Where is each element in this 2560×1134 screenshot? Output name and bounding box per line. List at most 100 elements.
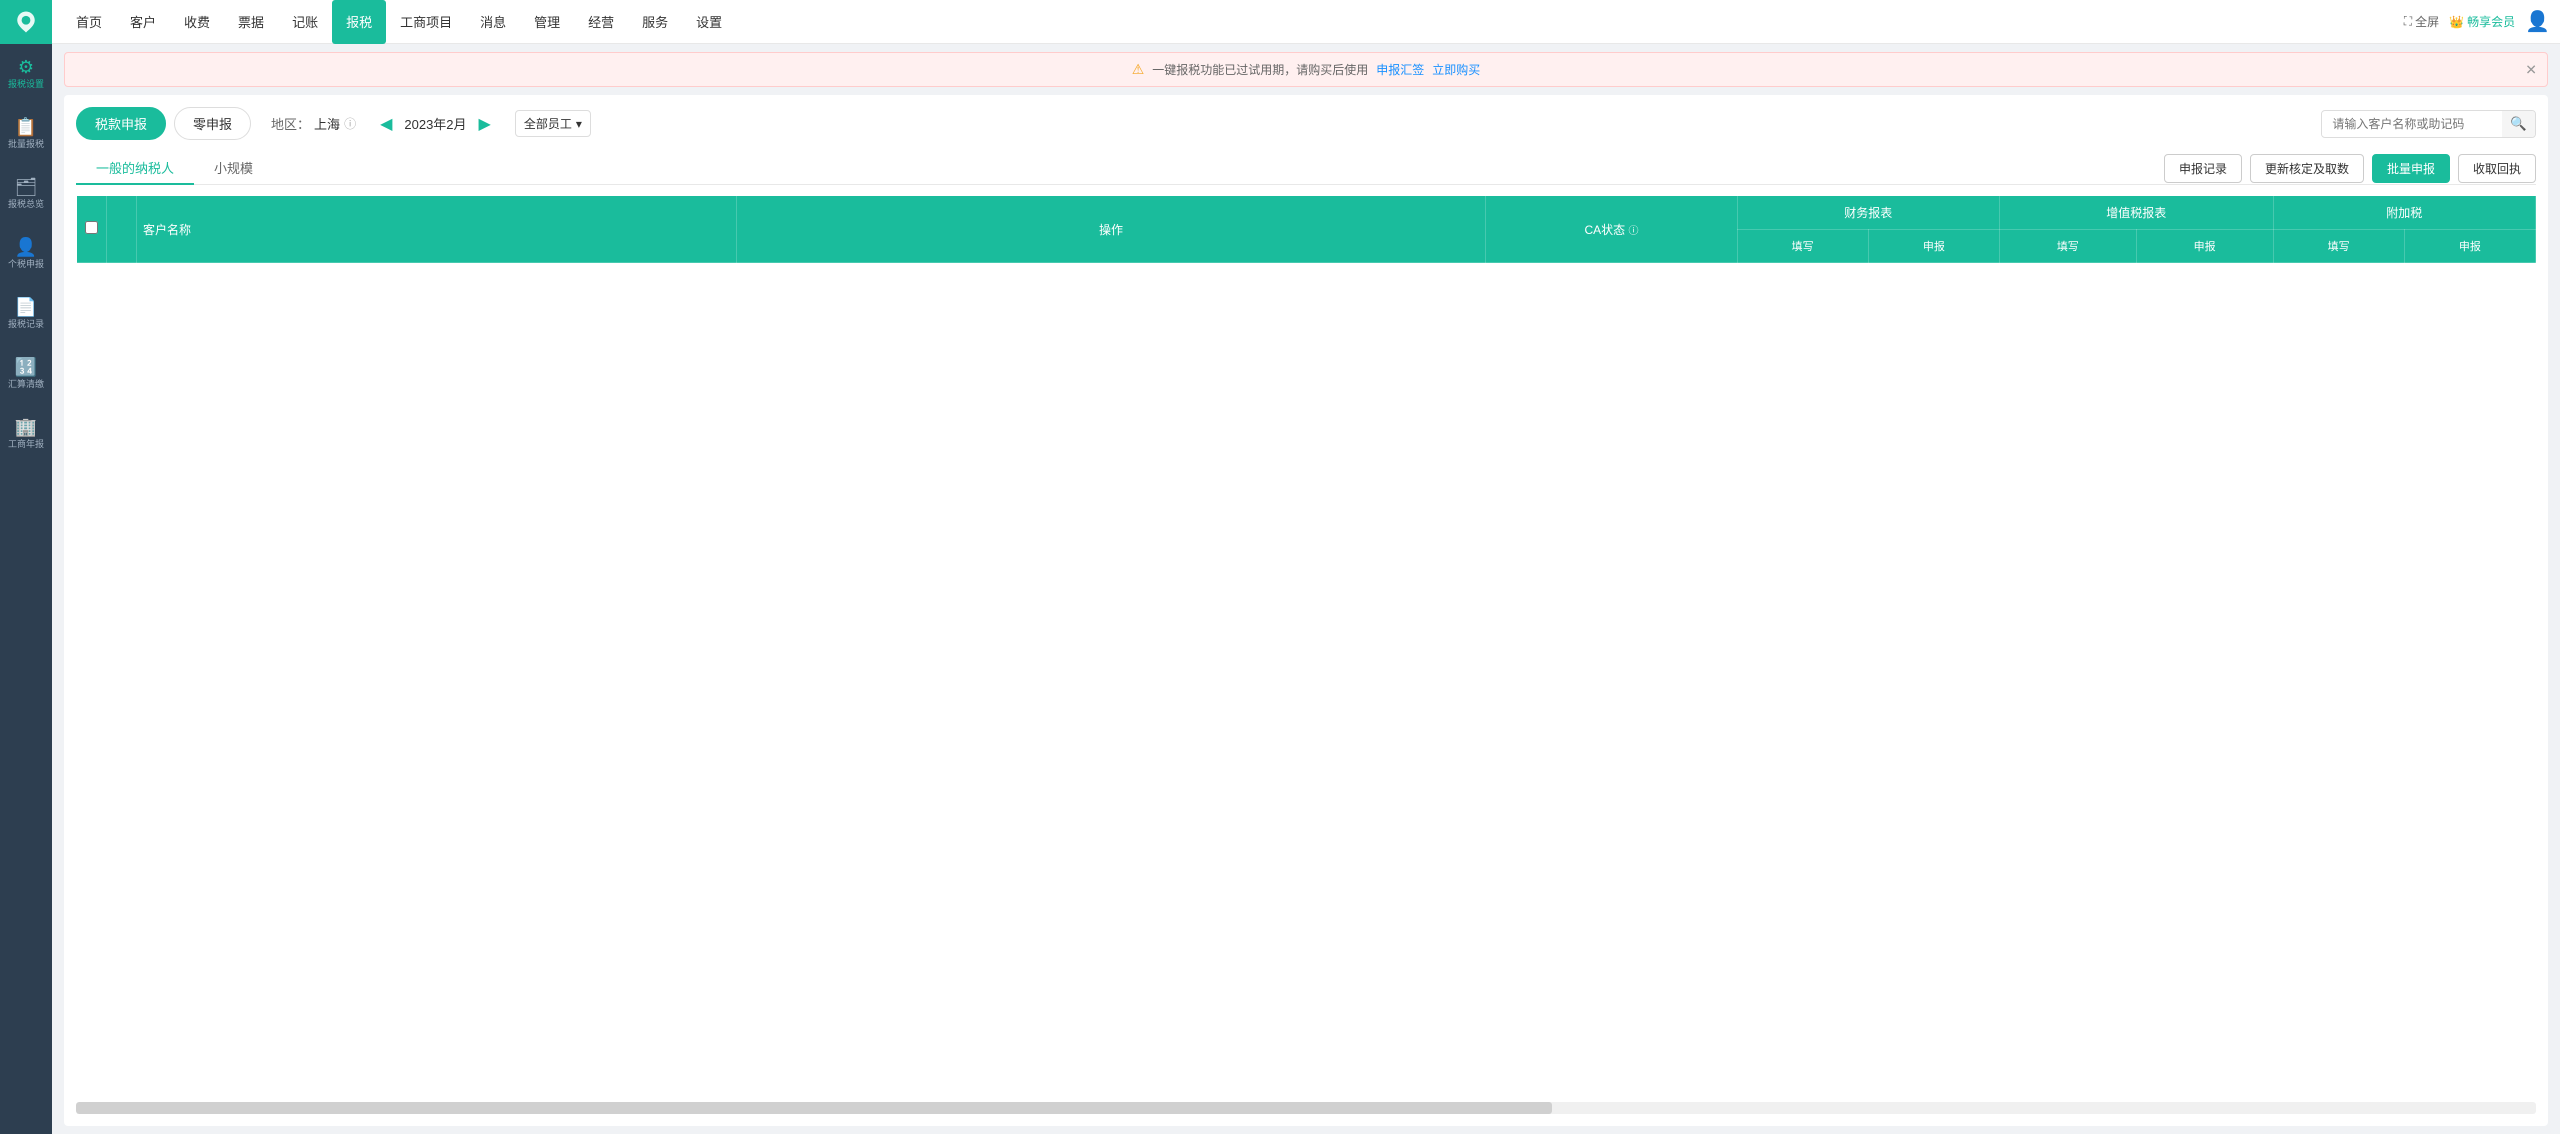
client-table: 客户名称 操作 CA状态 ⓘ 财务报表 增值税报表 附加税 填写 — [76, 195, 2536, 263]
fullscreen-btn[interactable]: ⛶ 全屏 — [2404, 13, 2439, 30]
sidebar-logo[interactable] — [0, 0, 52, 44]
crown-icon: 👑 — [2449, 15, 2464, 29]
update-check-btn[interactable]: 更新核定及取数 — [2250, 154, 2364, 183]
nav-invoice[interactable]: 票据 — [224, 0, 278, 44]
date-display: 2023年2月 — [404, 114, 466, 133]
action-buttons: 申报记录 更新核定及取数 批量申报 收取回执 — [2164, 154, 2536, 183]
nav-home[interactable]: 首页 — [62, 0, 116, 44]
scrollbar-thumb[interactable] — [76, 1102, 1552, 1114]
date-next-btn[interactable]: ▶ — [475, 114, 495, 134]
table-scroll-wrapper: 客户名称 操作 CA状态 ⓘ 财务报表 增值税报表 附加税 填写 — [76, 195, 2536, 1098]
th-vat-declare: 申报 — [2136, 230, 2273, 263]
sidebar-label-business-report: 工商年报 — [8, 439, 44, 450]
th-fin-declare: 申报 — [1868, 230, 1999, 263]
fullscreen-label: 全屏 — [2415, 13, 2439, 30]
dept-label: 全部员工 — [524, 115, 572, 132]
notice-close-btn[interactable]: ✕ — [2525, 61, 2537, 78]
nav-message[interactable]: 消息 — [466, 0, 520, 44]
topnav-right: ⛶ 全屏 👑 畅享会员 👤 — [2404, 9, 2550, 34]
overview-icon: 🗂 — [15, 178, 38, 196]
dept-selector[interactable]: 全部员工 ▾ — [515, 110, 591, 137]
sidebar-label-personal-tax: 个税申报 — [8, 259, 44, 270]
th-sur-write: 填写 — [2273, 230, 2404, 263]
th-financial-report: 财务报表 — [1737, 196, 1999, 230]
sub-tabs-row: 一般的纳税人 小规模 申报记录 更新核定及取数 批量申报 收取回执 — [76, 152, 2536, 185]
sidebar-item-batch-tax[interactable]: 📋 批量报税 — [0, 104, 52, 164]
th-sur-declare: 申报 — [2404, 230, 2535, 263]
batch-icon: 📋 — [15, 118, 37, 136]
main-wrapper: 首页 客户 收费 票据 记账 报税 工商项目 消息 管理 经营 服务 设置 ⛶ … — [52, 0, 2560, 1134]
region-info-icon[interactable]: ⓘ — [344, 115, 356, 132]
fullscreen-icon: ⛶ — [2404, 14, 2412, 29]
ca-col-label: CA状态 — [1584, 223, 1628, 237]
nav-settings[interactable]: 设置 — [682, 0, 736, 44]
records-icon: 📄 — [15, 298, 37, 316]
nav-tax[interactable]: 报税 — [332, 0, 386, 44]
sidebar-item-tax-records[interactable]: 📄 报税记录 — [0, 284, 52, 344]
top-navigation: 首页 客户 收费 票据 记账 报税 工商项目 消息 管理 经营 服务 设置 ⛶ … — [52, 0, 2560, 44]
sidebar-item-business-report[interactable]: 🏢 工商年报 — [0, 404, 52, 464]
batch-declare-btn[interactable]: 批量申报 — [2372, 154, 2450, 183]
th-operation: 操作 — [736, 196, 1486, 263]
region-value: 上海 — [314, 114, 340, 133]
sidebar: ⚙ 报税设置 📋 批量报税 🗂 报税总览 👤 个税申报 📄 报税记录 🔢 汇算清… — [0, 0, 52, 1134]
nav-operations[interactable]: 经营 — [574, 0, 628, 44]
sub-tab-small[interactable]: 小规模 — [194, 152, 273, 185]
th-ca-status: CA状态 ⓘ — [1486, 196, 1737, 263]
sidebar-item-calc-clear[interactable]: 🔢 汇算清缴 — [0, 344, 52, 404]
th-num — [107, 196, 137, 263]
retrieve-btn[interactable]: 收取回执 — [2458, 154, 2536, 183]
upgrade-label: 畅享会员 — [2467, 13, 2515, 30]
th-vat-report: 增值税报表 — [1999, 196, 2273, 230]
th-vat-write: 填写 — [1999, 230, 2136, 263]
sidebar-label-calc-clear: 汇算清缴 — [8, 379, 44, 390]
nav-manage[interactable]: 管理 — [520, 0, 574, 44]
nav-bizproject[interactable]: 工商项目 — [386, 0, 466, 44]
sub-tab-general[interactable]: 一般的纳税人 — [76, 152, 194, 185]
notice-bar: ⚠ 一键报税功能已过试用期，请购买后使用 申报汇签 立即购买 ✕ — [64, 52, 2548, 87]
region-text-label: 地区： — [271, 114, 310, 133]
user-avatar[interactable]: 👤 — [2525, 9, 2550, 34]
personal-icon: 👤 — [15, 238, 37, 256]
select-all-checkbox[interactable] — [85, 221, 98, 234]
calc-icon: 🔢 — [15, 358, 37, 376]
th-fin-write: 填写 — [1737, 230, 1868, 263]
avatar-icon: 👤 — [2525, 9, 2550, 34]
notice-link-declare[interactable]: 申报汇签 — [1376, 61, 1424, 78]
sidebar-label-tax-settings: 报税设置 — [8, 79, 44, 90]
sidebar-label-batch-tax: 批量报税 — [8, 139, 44, 150]
th-client[interactable]: 客户名称 — [137, 196, 737, 263]
sidebar-label-tax-overview: 报税总览 — [8, 199, 44, 210]
horizontal-scrollbar[interactable] — [76, 1102, 2536, 1114]
sidebar-item-tax-settings[interactable]: ⚙ 报税设置 — [0, 44, 52, 104]
nav-billing[interactable]: 收费 — [170, 0, 224, 44]
declare-record-btn[interactable]: 申报记录 — [2164, 154, 2242, 183]
nav-client[interactable]: 客户 — [116, 0, 170, 44]
tab-zero-declare[interactable]: 零申报 — [174, 107, 251, 140]
th-surcharge-tax: 附加税 — [2273, 196, 2535, 230]
dept-chevron-icon: ▾ — [576, 117, 582, 131]
search-button[interactable]: 🔍 — [2502, 111, 2535, 137]
tax-panel: 税款申报 零申报 地区： 上海 ⓘ ◀ 2023年2月 ▶ 全部员工 ▾ — [64, 95, 2548, 1126]
warning-icon: ⚠ — [1132, 61, 1145, 78]
date-nav: ◀ 2023年2月 ▶ — [376, 114, 495, 134]
sidebar-item-personal-tax[interactable]: 👤 个税申报 — [0, 224, 52, 284]
nav-service[interactable]: 服务 — [628, 0, 682, 44]
search-input[interactable] — [2322, 112, 2502, 136]
ca-info-icon[interactable]: ⓘ — [1628, 226, 1638, 237]
tab-tax-declare[interactable]: 税款申报 — [76, 107, 166, 140]
settings-icon: ⚙ — [18, 58, 34, 76]
toolbar-row: 税款申报 零申报 地区： 上海 ⓘ ◀ 2023年2月 ▶ 全部员工 ▾ — [76, 107, 2536, 140]
region-selector: 地区： 上海 ⓘ — [271, 114, 356, 133]
notice-link-buy[interactable]: 立即购买 — [1432, 61, 1480, 78]
notice-text: 一键报税功能已过试用期，请购买后使用 — [1152, 61, 1368, 78]
business-icon: 🏢 — [15, 418, 37, 436]
sidebar-item-tax-overview[interactable]: 🗂 报税总览 — [0, 164, 52, 224]
search-box: 🔍 — [2321, 110, 2536, 138]
upgrade-btn[interactable]: 👑 畅享会员 — [2449, 13, 2515, 30]
date-prev-btn[interactable]: ◀ — [376, 114, 396, 134]
nav-bookkeeping[interactable]: 记账 — [278, 0, 332, 44]
sidebar-label-tax-records: 报税记录 — [8, 319, 44, 330]
content-area: ⚠ 一键报税功能已过试用期，请购买后使用 申报汇签 立即购买 ✕ 税款申报 零申… — [52, 44, 2560, 1134]
th-checkbox[interactable] — [77, 196, 107, 263]
